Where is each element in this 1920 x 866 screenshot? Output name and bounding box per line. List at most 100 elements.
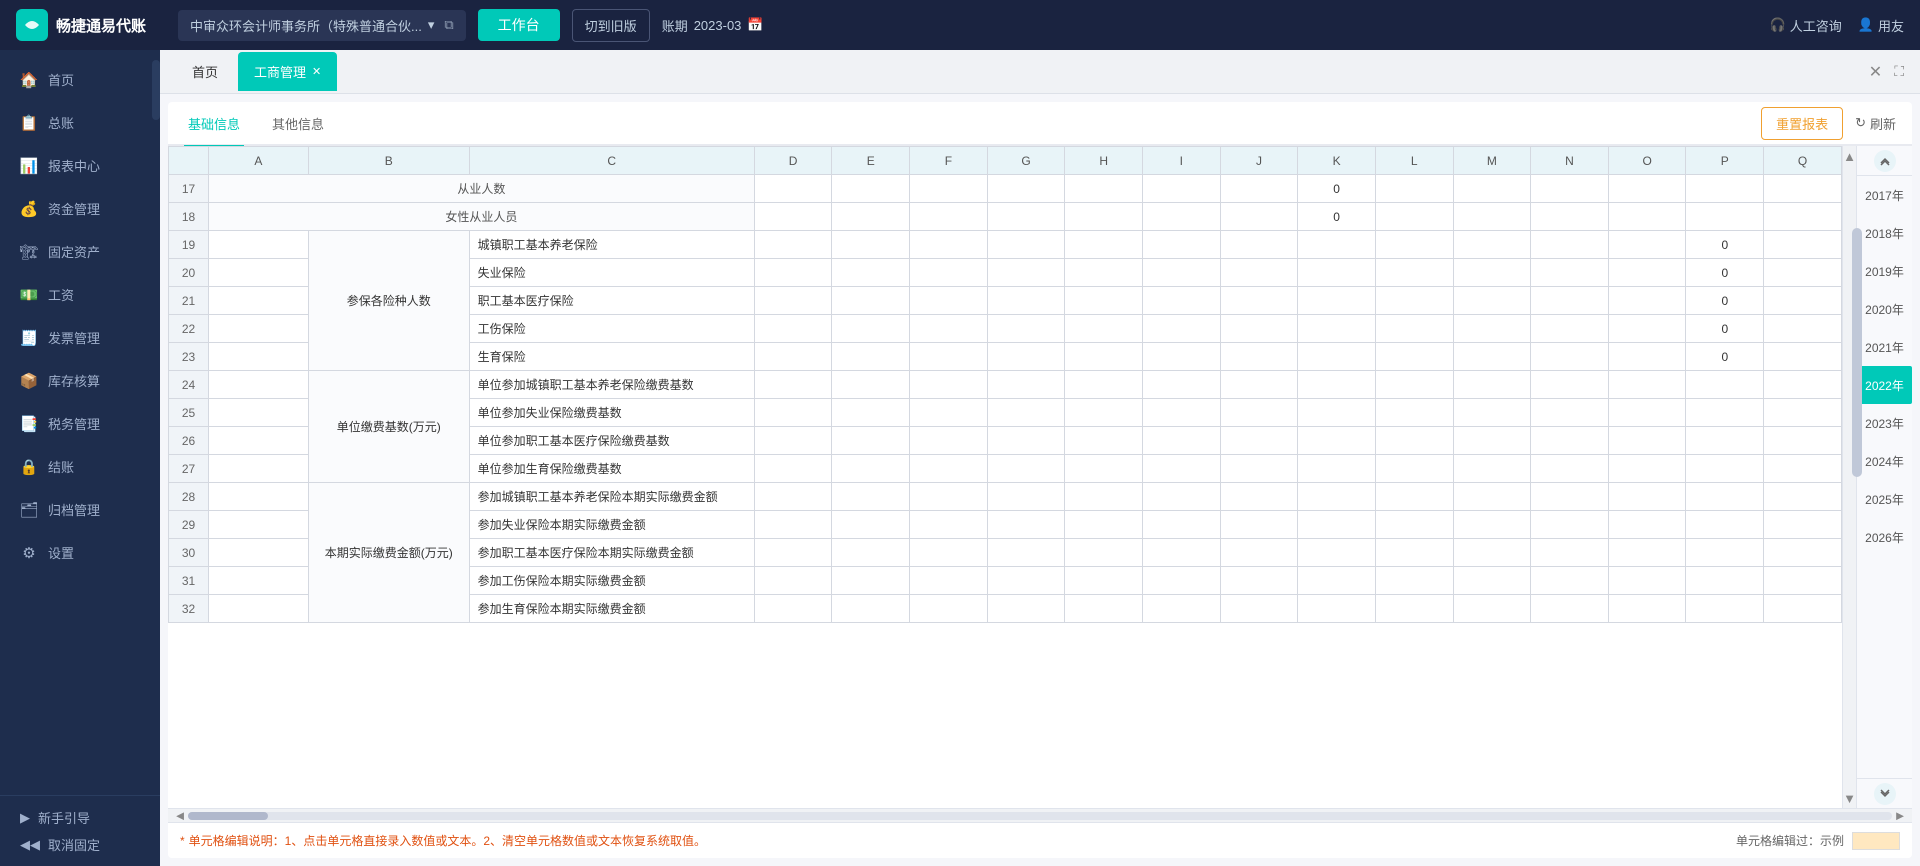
tab-bizreg[interactable]: 工商管理 ✕ bbox=[238, 52, 337, 91]
cell-K-29[interactable] bbox=[1298, 511, 1376, 539]
cell-K-22[interactable] bbox=[1298, 315, 1376, 343]
cell-P-27[interactable] bbox=[1686, 455, 1764, 483]
cell-K-18[interactable]: 0 bbox=[1298, 203, 1376, 231]
cell-Q-18[interactable] bbox=[1764, 203, 1842, 231]
cell-P-28[interactable] bbox=[1686, 483, 1764, 511]
cell-G-21[interactable] bbox=[987, 287, 1065, 315]
cell-J-18[interactable] bbox=[1220, 203, 1298, 231]
cell-E-31[interactable] bbox=[832, 567, 910, 595]
copy-icon[interactable]: ⧉ bbox=[444, 17, 453, 33]
sidebar-item-tax[interactable]: 📑 税务管理 bbox=[0, 402, 160, 445]
cell-O-20[interactable] bbox=[1608, 259, 1686, 287]
cell-c-28[interactable]: 参加城镇职工基本养老保险本期实际缴费金额 bbox=[469, 483, 754, 511]
cell-H-17[interactable] bbox=[1065, 175, 1143, 203]
cell-E-27[interactable] bbox=[832, 455, 910, 483]
cell-J-20[interactable] bbox=[1220, 259, 1298, 287]
cell-J-25[interactable] bbox=[1220, 399, 1298, 427]
cell-K-24[interactable] bbox=[1298, 371, 1376, 399]
cell-a-32[interactable] bbox=[209, 595, 309, 623]
cell-F-21[interactable] bbox=[910, 287, 988, 315]
cell-a-22[interactable] bbox=[209, 315, 309, 343]
year-up-button[interactable] bbox=[1874, 150, 1896, 172]
cell-P-17[interactable] bbox=[1686, 175, 1764, 203]
cell-I-30[interactable] bbox=[1142, 539, 1220, 567]
cell-F-30[interactable] bbox=[910, 539, 988, 567]
cell-E-19[interactable] bbox=[832, 231, 910, 259]
cell-P-21[interactable]: 0 bbox=[1686, 287, 1764, 315]
cell-K-32[interactable] bbox=[1298, 595, 1376, 623]
cell-I-23[interactable] bbox=[1142, 343, 1220, 371]
cell-L-17[interactable] bbox=[1375, 175, 1453, 203]
cell-D-24[interactable] bbox=[754, 371, 832, 399]
year-item[interactable]: 2024年 bbox=[1857, 442, 1912, 480]
cell-J-26[interactable] bbox=[1220, 427, 1298, 455]
cell-L-20[interactable] bbox=[1375, 259, 1453, 287]
reset-report-button[interactable]: 重置报表 bbox=[1761, 107, 1843, 140]
cell-J-29[interactable] bbox=[1220, 511, 1298, 539]
cell-D-23[interactable] bbox=[754, 343, 832, 371]
user-area[interactable]: 👤 用友 bbox=[1858, 16, 1904, 35]
cell-J-31[interactable] bbox=[1220, 567, 1298, 595]
cell-Q-22[interactable] bbox=[1764, 315, 1842, 343]
cell-J-23[interactable] bbox=[1220, 343, 1298, 371]
cell-D-19[interactable] bbox=[754, 231, 832, 259]
cell-O-32[interactable] bbox=[1608, 595, 1686, 623]
cell-D-22[interactable] bbox=[754, 315, 832, 343]
calendar-icon[interactable]: 📅 bbox=[747, 17, 763, 33]
cell-F-17[interactable] bbox=[910, 175, 988, 203]
cell-P-20[interactable]: 0 bbox=[1686, 259, 1764, 287]
cell-O-26[interactable] bbox=[1608, 427, 1686, 455]
cell-c-24[interactable]: 单位参加城镇职工基本养老保险缴费基数 bbox=[469, 371, 754, 399]
cell-H-19[interactable] bbox=[1065, 231, 1143, 259]
cell-F-24[interactable] bbox=[910, 371, 988, 399]
cell-H-32[interactable] bbox=[1065, 595, 1143, 623]
sidebar-item-home[interactable]: 🏠 首页 bbox=[0, 58, 160, 101]
cell-E-26[interactable] bbox=[832, 427, 910, 455]
cell-N-21[interactable] bbox=[1531, 287, 1609, 315]
cell-O-27[interactable] bbox=[1608, 455, 1686, 483]
cell-M-23[interactable] bbox=[1453, 343, 1531, 371]
cell-J-32[interactable] bbox=[1220, 595, 1298, 623]
cell-D-20[interactable] bbox=[754, 259, 832, 287]
cell-G-18[interactable] bbox=[987, 203, 1065, 231]
cell-D-26[interactable] bbox=[754, 427, 832, 455]
spreadsheet-main[interactable]: ABCDEFGHIJKLMNOPQ 17从业人数018女性从业人员019参保各险… bbox=[168, 146, 1842, 808]
cell-N-25[interactable] bbox=[1531, 399, 1609, 427]
cell-K-25[interactable] bbox=[1298, 399, 1376, 427]
cell-F-18[interactable] bbox=[910, 203, 988, 231]
cell-M-22[interactable] bbox=[1453, 315, 1531, 343]
cell-P-30[interactable] bbox=[1686, 539, 1764, 567]
cell-a-24[interactable] bbox=[209, 371, 309, 399]
cell-G-30[interactable] bbox=[987, 539, 1065, 567]
cell-J-22[interactable] bbox=[1220, 315, 1298, 343]
cell-c-21[interactable]: 职工基本医疗保险 bbox=[469, 287, 754, 315]
cell-G-29[interactable] bbox=[987, 511, 1065, 539]
cell-D-32[interactable] bbox=[754, 595, 832, 623]
cell-K-30[interactable] bbox=[1298, 539, 1376, 567]
sidebar-item-inventory[interactable]: 📦 库存核算 bbox=[0, 359, 160, 402]
cell-c-22[interactable]: 工伤保险 bbox=[469, 315, 754, 343]
cell-I-25[interactable] bbox=[1142, 399, 1220, 427]
cell-M-30[interactable] bbox=[1453, 539, 1531, 567]
cell-K-31[interactable] bbox=[1298, 567, 1376, 595]
year-item[interactable]: 2021年 bbox=[1857, 328, 1912, 366]
cell-F-26[interactable] bbox=[910, 427, 988, 455]
cell-J-21[interactable] bbox=[1220, 287, 1298, 315]
cell-N-31[interactable] bbox=[1531, 567, 1609, 595]
cell-F-20[interactable] bbox=[910, 259, 988, 287]
cell-H-24[interactable] bbox=[1065, 371, 1143, 399]
sidebar-item-settings[interactable]: ⚙ 设置 bbox=[0, 531, 160, 574]
cell-G-20[interactable] bbox=[987, 259, 1065, 287]
cell-O-22[interactable] bbox=[1608, 315, 1686, 343]
sidebar-item-invoice[interactable]: 🧾 发票管理 bbox=[0, 316, 160, 359]
year-item[interactable]: 2025年 bbox=[1857, 480, 1912, 518]
cell-K-17[interactable]: 0 bbox=[1298, 175, 1376, 203]
cell-L-22[interactable] bbox=[1375, 315, 1453, 343]
cell-N-22[interactable] bbox=[1531, 315, 1609, 343]
cell-L-28[interactable] bbox=[1375, 483, 1453, 511]
cell-K-26[interactable] bbox=[1298, 427, 1376, 455]
cell-P-31[interactable] bbox=[1686, 567, 1764, 595]
vscroll-down-btn[interactable]: ▼ bbox=[1843, 788, 1856, 808]
cell-P-18[interactable] bbox=[1686, 203, 1764, 231]
cell-O-25[interactable] bbox=[1608, 399, 1686, 427]
